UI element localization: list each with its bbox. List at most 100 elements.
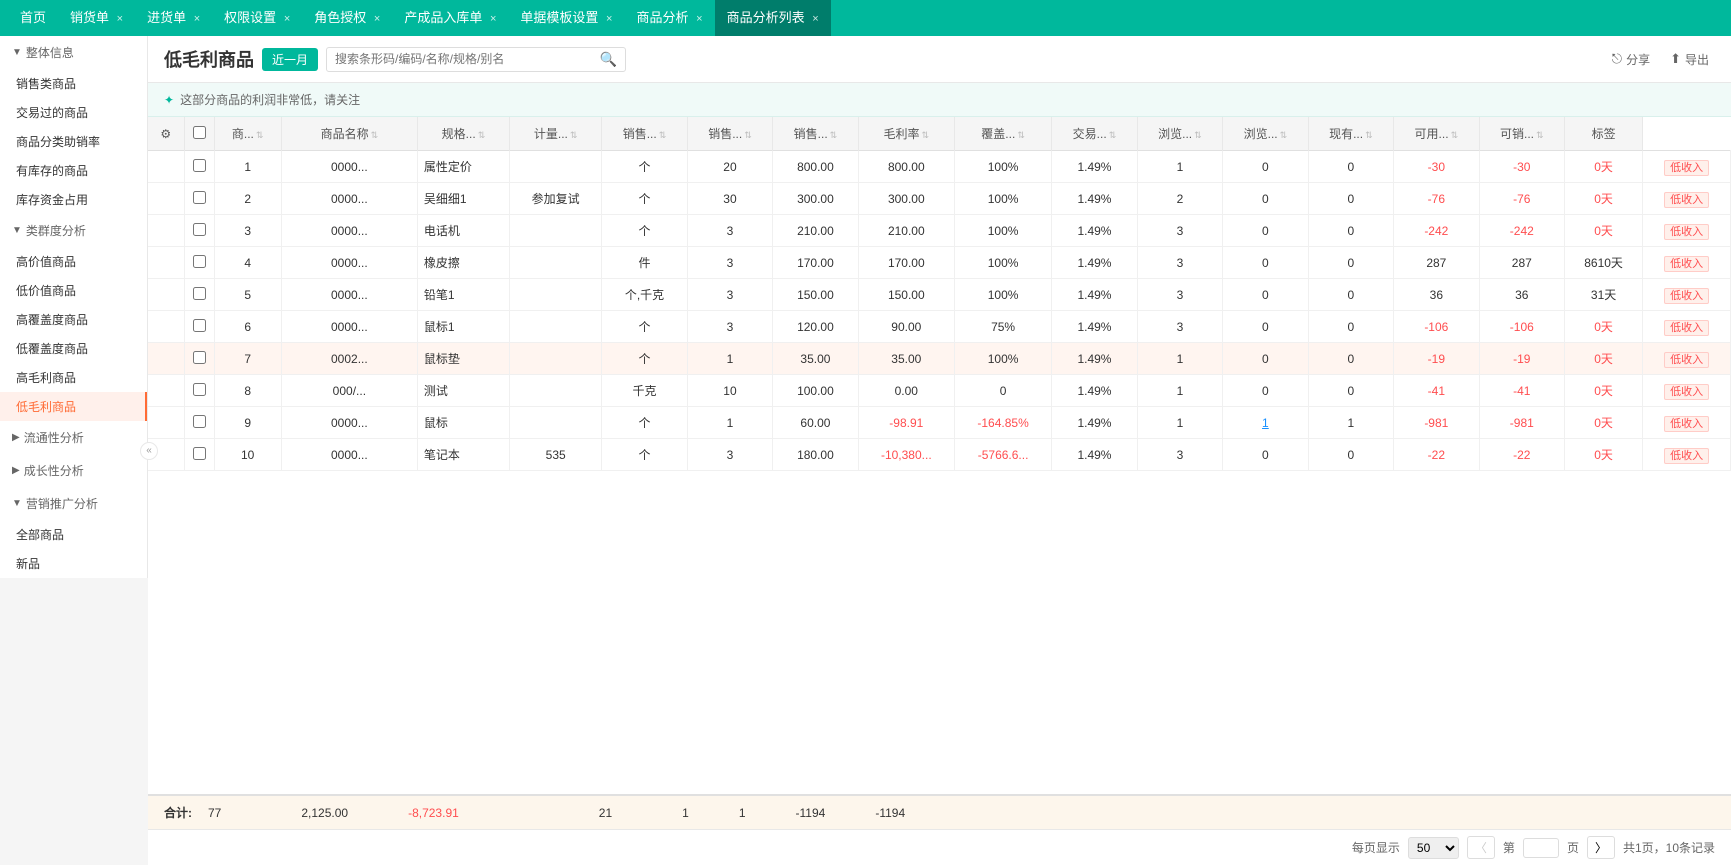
sidebar-item-low-value[interactable]: 低价值商品 xyxy=(0,276,147,305)
row-checkbox-2[interactable] xyxy=(184,215,214,247)
sidebar-item-traded-goods[interactable]: 交易过的商品 xyxy=(0,98,147,127)
row-current-1: -76 xyxy=(1394,183,1479,215)
per-page-select[interactable]: 50 20 100 xyxy=(1408,837,1459,859)
page-number-input[interactable]: 1 xyxy=(1523,838,1559,858)
row-sales-amount-8: -98.91 xyxy=(858,407,954,439)
row-check-2[interactable] xyxy=(193,223,206,236)
col-sales-qty[interactable]: 销售...⇅ xyxy=(602,117,687,151)
col-browse1[interactable]: 浏览...⇅ xyxy=(1137,117,1222,151)
col-trans[interactable]: 交易...⇅ xyxy=(1052,117,1137,151)
col-current[interactable]: 现有...⇅ xyxy=(1308,117,1393,151)
row-check-6[interactable] xyxy=(193,351,206,364)
row-sales-amount-2: 210.00 xyxy=(858,215,954,247)
col-cover-rate[interactable]: 覆盖...⇅ xyxy=(954,117,1051,151)
row-sales-qty-8: 1 xyxy=(687,407,772,439)
col-gear[interactable]: ⚙ xyxy=(148,117,184,151)
nav-home[interactable]: 首页 xyxy=(8,0,58,36)
nav-template-settings[interactable]: 单据模板设置 × xyxy=(508,0,624,36)
row-gross-rate-2: 100% xyxy=(954,215,1051,247)
row-checkbox-4[interactable] xyxy=(184,279,214,311)
row-check-1[interactable] xyxy=(193,191,206,204)
col-code[interactable]: 商...⇅ xyxy=(214,117,281,151)
nav-product-analysis[interactable]: 商品分析 × xyxy=(624,0,714,36)
sidebar-item-all-goods[interactable]: 全部商品 xyxy=(0,520,147,549)
row-saleable-5: 0天 xyxy=(1565,311,1643,343)
sidebar-item-high-margin[interactable]: 高毛利商品 xyxy=(0,363,147,392)
sidebar-group-circulation[interactable]: ▶ 流通性分析 xyxy=(0,421,147,454)
row-browse1-3: 0 xyxy=(1223,247,1308,279)
row-browse1-2: 0 xyxy=(1223,215,1308,247)
row-browse1-8[interactable]: 1 xyxy=(1223,407,1308,439)
filter-recent-month-btn[interactable]: 近一月 xyxy=(262,48,318,71)
row-check-8[interactable] xyxy=(193,415,206,428)
row-gross-rate-0: 100% xyxy=(954,151,1051,183)
col-sales-price[interactable]: 销售...⇅ xyxy=(687,117,772,151)
export-btn[interactable]: ⬆ 导出 xyxy=(1664,48,1715,71)
nav-permission[interactable]: 权限设置 × xyxy=(212,0,302,36)
row-unit-3: 件 xyxy=(602,247,687,279)
row-sales-price-7: 100.00 xyxy=(773,375,858,407)
sidebar-item-category-rate[interactable]: 商品分类助销率 xyxy=(0,127,147,156)
sidebar-item-low-margin[interactable]: 低毛利商品 xyxy=(0,392,147,421)
nav-sales-order[interactable]: 销货单 × xyxy=(58,0,135,36)
sidebar-item-stock-goods[interactable]: 有库存的商品 xyxy=(0,156,147,185)
search-icon[interactable]: 🔍 xyxy=(600,51,617,68)
row-checkbox-1[interactable] xyxy=(184,183,214,215)
col-saleable[interactable]: 可销...⇅ xyxy=(1479,117,1564,151)
row-num-2: 3 xyxy=(214,215,281,247)
search-input[interactable] xyxy=(335,52,600,66)
select-all-checkbox[interactable] xyxy=(193,126,206,139)
col-name[interactable]: 商品名称⇅ xyxy=(281,117,417,151)
sidebar-item-new-goods[interactable]: 新品 xyxy=(0,549,147,578)
sidebar-item-low-coverage[interactable]: 低覆盖度商品 xyxy=(0,334,147,363)
row-gear-4 xyxy=(148,279,184,311)
sidebar-item-high-value[interactable]: 高价值商品 xyxy=(0,247,147,276)
row-check-3[interactable] xyxy=(193,255,206,268)
row-check-5[interactable] xyxy=(193,319,206,332)
row-checkbox-0[interactable] xyxy=(184,151,214,183)
row-checkbox-9[interactable] xyxy=(184,439,214,471)
sidebar-group-marketing[interactable]: ▼ 营销推广分析 xyxy=(0,487,147,520)
next-page-btn[interactable]: 〉 xyxy=(1587,836,1615,859)
close-analysis-icon[interactable]: × xyxy=(696,13,702,25)
row-check-4[interactable] xyxy=(193,287,206,300)
row-checkbox-8[interactable] xyxy=(184,407,214,439)
nav-role-auth[interactable]: 角色授权 × xyxy=(302,0,392,36)
close-template-icon[interactable]: × xyxy=(606,13,612,25)
row-checkbox-6[interactable] xyxy=(184,343,214,375)
col-unit[interactable]: 计量...⇅ xyxy=(510,117,602,151)
close-analysis-list-icon[interactable]: × xyxy=(812,13,818,25)
sidebar-item-stock-capital[interactable]: 库存资金占用 xyxy=(0,185,147,214)
sidebar-group-overall[interactable]: ▼ 整体信息 xyxy=(0,36,147,69)
row-check-0[interactable] xyxy=(193,159,206,172)
row-checkbox-5[interactable] xyxy=(184,311,214,343)
nav-product-entry[interactable]: 产成品入库单 × xyxy=(392,0,508,36)
col-gross-rate[interactable]: 毛利率⇅ xyxy=(858,117,954,151)
close-sales-order-icon[interactable]: × xyxy=(117,13,123,25)
sidebar-collapse-btn[interactable]: « xyxy=(140,442,158,460)
col-spec[interactable]: 规格...⇅ xyxy=(417,117,509,151)
close-permission-icon[interactable]: × xyxy=(284,13,290,25)
col-checkbox[interactable] xyxy=(184,117,214,151)
share-btn[interactable]: ⎋ 分享 xyxy=(1606,48,1656,71)
prev-page-btn[interactable]: 〈 xyxy=(1467,836,1495,859)
col-tag[interactable]: 标签 xyxy=(1565,117,1643,151)
col-browse2[interactable]: 浏览...⇅ xyxy=(1223,117,1308,151)
sidebar-item-high-coverage[interactable]: 高覆盖度商品 xyxy=(0,305,147,334)
row-check-7[interactable] xyxy=(193,383,206,396)
sidebar-group-growth[interactable]: ▶ 成长性分析 xyxy=(0,454,147,487)
row-checkbox-7[interactable] xyxy=(184,375,214,407)
close-purchase-order-icon[interactable]: × xyxy=(194,13,200,25)
sidebar-item-sales-goods[interactable]: 销售类商品 xyxy=(0,69,147,98)
nav-analysis-list[interactable]: 商品分析列表 × xyxy=(715,0,831,36)
row-checkbox-3[interactable] xyxy=(184,247,214,279)
close-product-entry-icon[interactable]: × xyxy=(490,13,496,25)
row-saleable-3: 8610天 xyxy=(1565,247,1643,279)
sidebar-group-cluster[interactable]: ▼ 类群度分析 xyxy=(0,214,147,247)
row-gear-2 xyxy=(148,215,184,247)
close-role-auth-icon[interactable]: × xyxy=(374,13,380,25)
col-available[interactable]: 可用...⇅ xyxy=(1394,117,1479,151)
nav-purchase-order[interactable]: 进货单 × xyxy=(135,0,212,36)
row-check-9[interactable] xyxy=(193,447,206,460)
col-sales-amount[interactable]: 销售...⇅ xyxy=(773,117,858,151)
